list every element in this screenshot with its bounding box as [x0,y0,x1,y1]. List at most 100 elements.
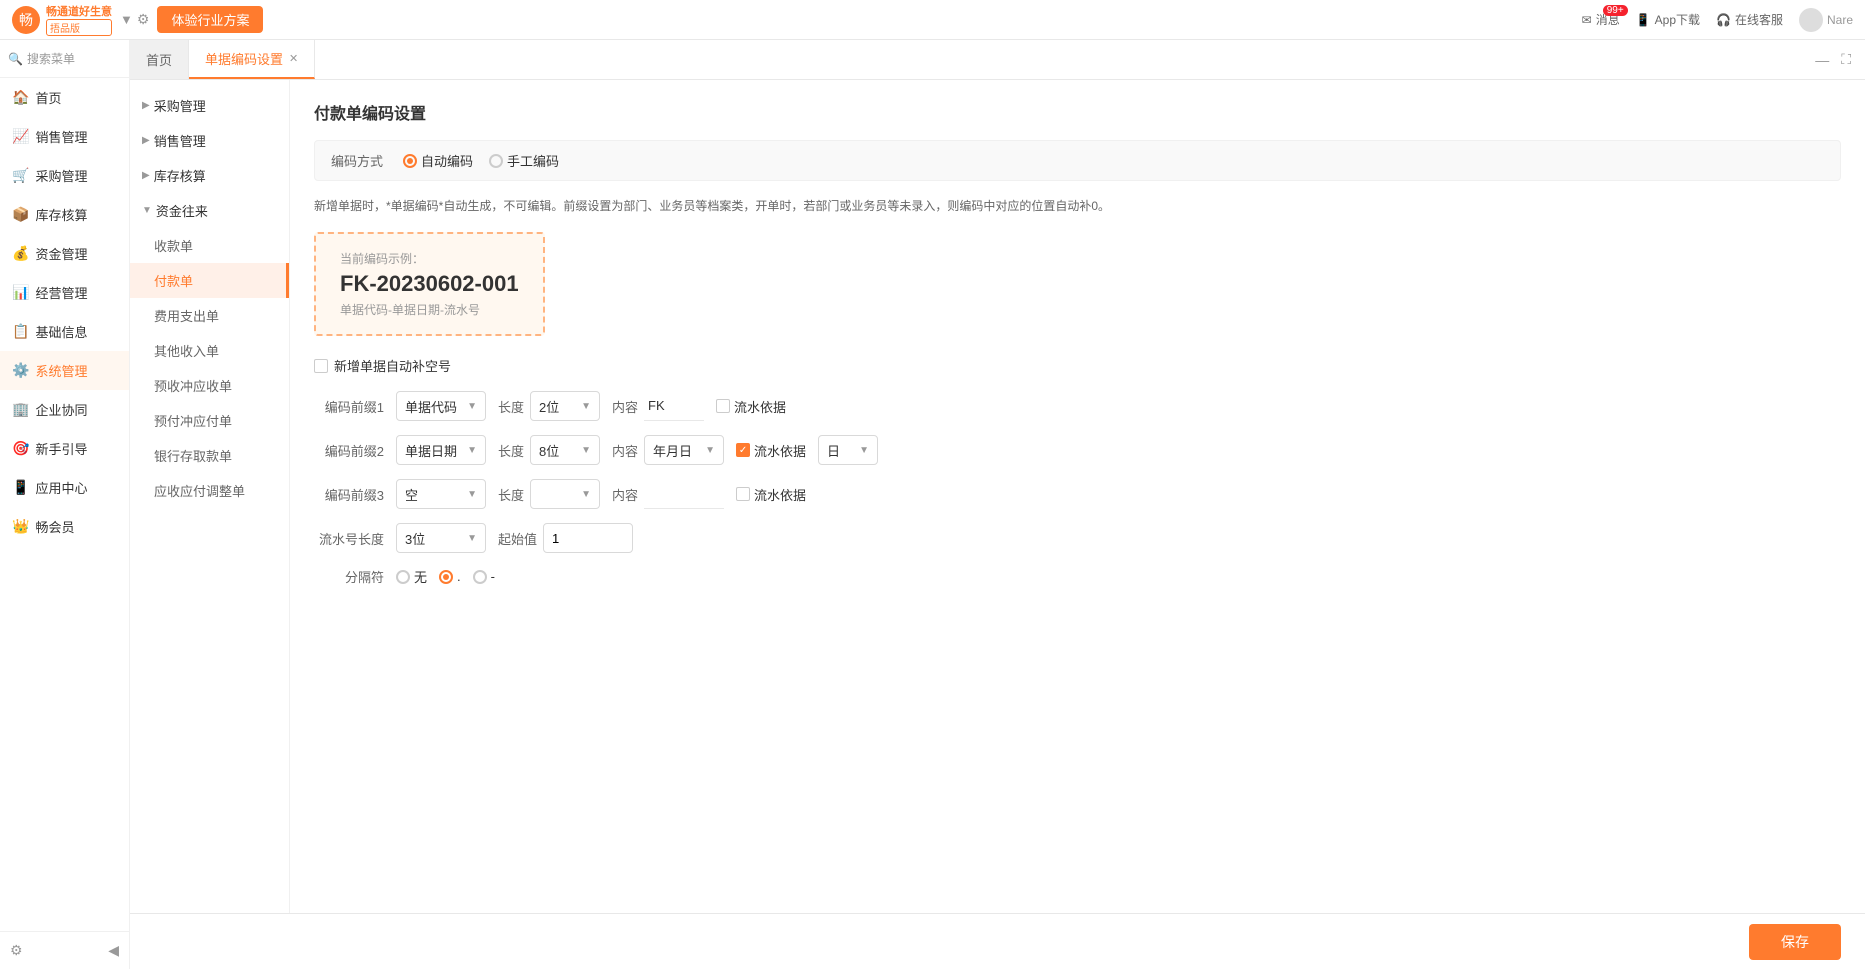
content2-group: 内容 年月日 ▼ [612,435,724,465]
serial1-checkbox[interactable] [716,399,730,413]
sidebar-item-sales[interactable]: 📈 销售管理 [0,117,129,156]
manual-encode-radio[interactable]: 手工编码 [489,151,559,170]
nav-gear-icon[interactable]: ⚙ [137,11,150,28]
sub-menu-item-pre-collect[interactable]: 预收冲应收单 [130,368,289,403]
sidebar-item-member[interactable]: 👑 畅会员 [0,507,129,546]
sep-none-radio[interactable]: 无 [396,567,427,586]
serial-len-select[interactable]: 3位 ▼ [396,523,486,553]
sep-dash-radio[interactable]: - [473,569,495,584]
sub-menu-purchase-header[interactable]: ▶ 采购管理 [130,88,289,123]
auto-fill-row: 新增单据自动补空号 [314,356,1841,375]
sidebar-item-system[interactable]: ⚙️ 系统管理 [0,351,129,390]
nav-chevron-icon[interactable]: ▼ [120,12,133,27]
sep-none-circle [396,570,410,584]
prefix2-select[interactable]: 单据日期 ▼ [396,435,486,465]
app-download-item[interactable]: 📱 App下载 [1636,11,1700,28]
auto-fill-checkbox[interactable] [314,359,328,373]
sep-dash-circle [473,570,487,584]
member-icon: 👑 [12,518,29,535]
start-val-input[interactable] [543,523,633,553]
top-bar-nav: ▼ ⚙ [120,11,149,28]
trial-button[interactable]: 体验行业方案 [157,6,263,33]
length3-select[interactable]: ▼ [530,479,600,509]
guide-icon: 🎯 [12,440,29,457]
system-icon: ⚙️ [12,362,29,379]
length3-group: 长度 ▼ [498,479,600,509]
sub-menu-item-receipt[interactable]: 收款单 [130,228,289,263]
bottom-bar: 保存 [130,913,1865,969]
sub-menu-sales: ▶ 销售管理 [130,123,289,158]
user-profile[interactable]: Nare [1799,8,1853,32]
arrow-right-icon: ▶ [142,100,150,111]
sidebar-search[interactable]: 🔍 搜索菜单 [0,40,129,78]
enterprise-icon: 🏢 [12,401,29,418]
start-val-group: 起始值 [498,523,633,553]
sub-menu-item-payment[interactable]: 付款单 [130,263,289,298]
sub-menu-item-expense[interactable]: 费用支出单 [130,298,289,333]
serial1-check-label: 流水依据 [716,397,786,416]
preview-box: 当前编码示例： FK-20230602-001 单据代码-单据日期-流水号 [314,232,545,336]
sidebar-item-enterprise[interactable]: 🏢 企业协同 [0,390,129,429]
serial2-check-label: 流水依据 [736,441,806,460]
serial2-checkbox[interactable] [736,443,750,457]
tab-minimize-button[interactable]: — [1813,50,1831,70]
sub-menu-item-bank[interactable]: 银行存取款单 [130,438,289,473]
tab-bar: 首页 单据编码设置 ✕ — ⛶ [130,40,1865,80]
content2-select-arrow: ▼ [705,445,715,456]
sidebar-item-operation[interactable]: 📊 经营管理 [0,273,129,312]
prefix3-select[interactable]: 空 ▼ [396,479,486,509]
top-bar: 畅 畅通道好生意 捂品版 ▼ ⚙ 体验行业方案 ✉ 消息 99+ 📱 App下载… [0,0,1865,40]
preview-label: 当前编码示例： [340,250,519,267]
inventory-icon: 📦 [12,206,29,223]
message-icon: ✉ [1582,13,1592,27]
auto-encode-radio-circle [403,154,417,168]
basic-icon: 📋 [12,323,29,340]
prefix3-select-arrow: ▼ [467,489,477,500]
sidebar-item-finance[interactable]: 💰 资金管理 [0,234,129,273]
serial2-option-select[interactable]: 日 ▼ [818,435,878,465]
length2-select[interactable]: 8位 ▼ [530,435,600,465]
length1-group: 长度 2位 ▼ [498,391,600,421]
encode-method-row: 编码方式 自动编码 手工编码 [314,140,1841,181]
content2-select[interactable]: 年月日 ▼ [644,435,724,465]
apps-icon: 📱 [12,479,29,496]
sub-menu-item-other-income[interactable]: 其他收入单 [130,333,289,368]
save-button[interactable]: 保存 [1749,924,1841,960]
sub-menu-funds: ▼ 资金往来 收款单 付款单 费用支出单 其他收入单 预收冲应收单 预付冲应付单… [130,193,289,508]
settings-icon[interactable]: ⚙ [10,942,23,959]
sub-menu-item-pre-pay[interactable]: 预付冲应付单 [130,403,289,438]
sub-menu-funds-header[interactable]: ▼ 资金往来 [130,193,289,228]
sidebar-item-basic[interactable]: 📋 基础信息 [0,312,129,351]
arrow-down-icon: ▼ [142,205,152,216]
auto-encode-radio[interactable]: 自动编码 [403,151,473,170]
logo: 畅 畅通道好生意 捂品版 [12,3,112,36]
sub-menu-inventory: ▶ 库存核算 [130,158,289,193]
sidebar-item-inventory[interactable]: 📦 库存核算 [0,195,129,234]
sub-menu-sales-header[interactable]: ▶ 销售管理 [130,123,289,158]
sep-dot-radio[interactable]: . [439,569,461,584]
serial3-checkbox[interactable] [736,487,750,501]
sidebar-item-purchase[interactable]: 🛒 采购管理 [0,156,129,195]
sidebar-item-home[interactable]: 🏠 首页 [0,78,129,117]
sidebar-item-guide[interactable]: 🎯 新手引导 [0,429,129,468]
app-icon: 📱 [1636,13,1651,27]
prefix1-select[interactable]: 单据代码 ▼ [396,391,486,421]
operation-icon: 📊 [12,284,29,301]
tab-serial[interactable]: 单据编码设置 ✕ [189,40,315,79]
serial-len-select-arrow: ▼ [467,533,477,544]
service-item[interactable]: 🎧 在线客服 [1716,11,1783,28]
encode-radio-group: 自动编码 手工编码 [403,151,559,170]
search-icon: 🔍 [8,52,23,66]
content-area: 首页 单据编码设置 ✕ — ⛶ ▶ 采购管理 [130,40,1865,969]
length1-select[interactable]: 2位 ▼ [530,391,600,421]
sidebar-item-apps[interactable]: 📱 应用中心 [0,468,129,507]
sub-menu-inventory-header[interactable]: ▶ 库存核算 [130,158,289,193]
message-item[interactable]: ✉ 消息 99+ [1582,11,1620,28]
collapse-icon[interactable]: ◀ [108,942,119,959]
tab-close-icon[interactable]: ✕ [289,52,298,65]
sub-menu-item-adjust[interactable]: 应收应付调整单 [130,473,289,508]
tab-home[interactable]: 首页 [130,40,189,79]
tab-maximize-button[interactable]: ⛶ [1839,49,1853,70]
prefix2-row: 编码前缀2 单据日期 ▼ 长度 8位 ▼ 内容 [314,435,1841,465]
sidebar-menu: 🏠 首页 📈 销售管理 🛒 采购管理 📦 库存核算 💰 资金管理 📊 经 [0,78,129,931]
